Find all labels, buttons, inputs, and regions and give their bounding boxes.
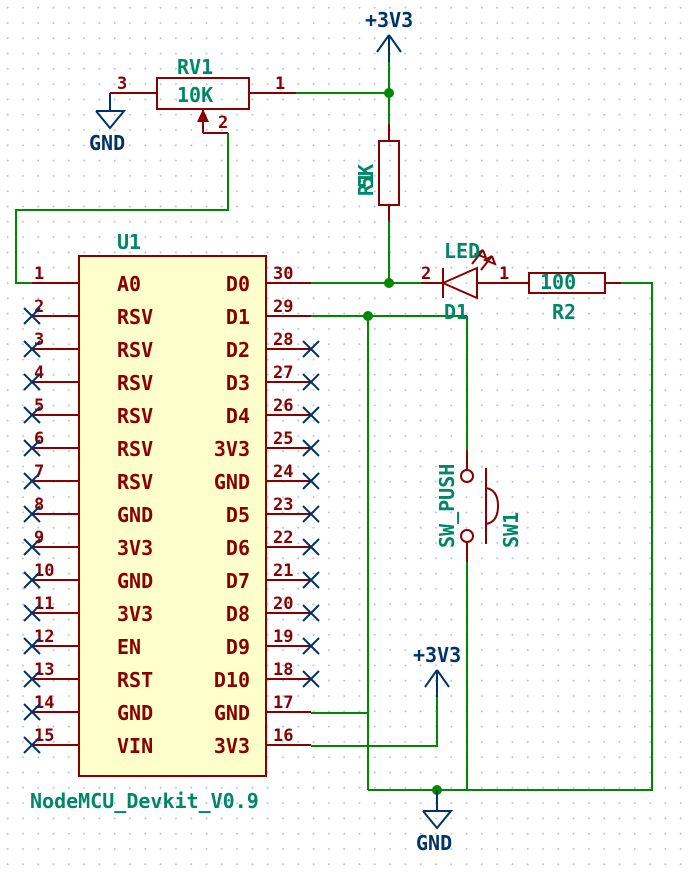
svg-text:D3: D3 — [226, 371, 250, 395]
svg-text:RSV: RSV — [117, 404, 153, 428]
svg-text:25: 25 — [273, 429, 293, 449]
svg-text:RSV: RSV — [117, 437, 153, 461]
svg-text:RSV: RSV — [117, 338, 153, 362]
resistor-r2: 100 R2 — [513, 270, 621, 324]
svg-text:RST: RST — [117, 668, 153, 692]
svg-text:9: 9 — [34, 528, 44, 548]
svg-text:3: 3 — [117, 74, 127, 94]
svg-text:3: 3 — [34, 330, 44, 350]
svg-text:3V3: 3V3 — [117, 602, 153, 626]
svg-text:17: 17 — [273, 693, 293, 713]
potentiometer: 2 1 3 RV1 10K — [110, 55, 296, 133]
gnd-bot: GND — [416, 790, 452, 855]
svg-text:18: 18 — [273, 660, 293, 680]
svg-text:5: 5 — [34, 396, 44, 416]
svg-text:R2: R2 — [552, 300, 576, 324]
svg-text:D6: D6 — [226, 536, 250, 560]
svg-text:GND: GND — [214, 470, 250, 494]
svg-text:3V3: 3V3 — [214, 734, 250, 758]
svg-text:6: 6 — [34, 429, 44, 449]
svg-text:13: 13 — [34, 660, 54, 680]
svg-text:D9: D9 — [226, 635, 250, 659]
power-3v3-bot: +3V3 — [413, 643, 461, 697]
svg-text:D5: D5 — [226, 503, 250, 527]
svg-text:11: 11 — [34, 594, 54, 614]
svg-text:RV1: RV1 — [177, 55, 213, 79]
svg-text:GND: GND — [117, 701, 153, 725]
svg-text:20: 20 — [273, 594, 293, 614]
svg-text:29: 29 — [273, 297, 293, 317]
svg-text:100: 100 — [540, 270, 576, 294]
svg-text:D0: D0 — [226, 272, 250, 296]
svg-text:15: 15 — [34, 726, 54, 746]
svg-text:16: 16 — [273, 726, 293, 746]
svg-text:5K: 5K — [354, 164, 378, 188]
svg-text:3V3: 3V3 — [214, 437, 250, 461]
svg-text:D7: D7 — [226, 569, 250, 593]
switch-sw1: SW_PUSH SW1 — [435, 450, 523, 562]
svg-text:D1: D1 — [444, 300, 468, 324]
svg-text:1: 1 — [34, 264, 44, 284]
svg-text:A0: A0 — [117, 272, 141, 296]
svg-text:D8: D8 — [226, 602, 250, 626]
svg-text:GND: GND — [117, 569, 153, 593]
svg-text:D10: D10 — [214, 668, 250, 692]
svg-text:D4: D4 — [226, 404, 250, 428]
svg-text:7: 7 — [34, 462, 44, 482]
svg-text:VIN: VIN — [117, 734, 153, 758]
svg-text:26: 26 — [273, 396, 293, 416]
svg-text:GND: GND — [214, 701, 250, 725]
svg-text:22: 22 — [273, 528, 293, 548]
svg-text:14: 14 — [34, 693, 54, 713]
svg-text:30: 30 — [273, 264, 293, 284]
svg-text:RSV: RSV — [117, 305, 153, 329]
svg-text:SW_PUSH: SW_PUSH — [435, 464, 459, 548]
svg-text:GND: GND — [89, 131, 125, 155]
svg-text:28: 28 — [273, 330, 293, 350]
svg-text:GND: GND — [416, 831, 452, 855]
svg-text:LED: LED — [444, 239, 480, 263]
svg-text:D1: D1 — [226, 305, 250, 329]
ic-ref: U1 — [117, 230, 141, 254]
svg-text:1: 1 — [275, 74, 285, 94]
led-d1: 2 1 LED D1 — [421, 239, 513, 324]
svg-text:3V3: 3V3 — [117, 536, 153, 560]
svg-text:2: 2 — [421, 264, 431, 284]
svg-text:24: 24 — [273, 462, 293, 482]
svg-text:2: 2 — [34, 297, 44, 317]
svg-text:RSV: RSV — [117, 470, 153, 494]
svg-text:EN: EN — [117, 635, 141, 659]
svg-text:1: 1 — [499, 264, 509, 284]
svg-text:D2: D2 — [226, 338, 250, 362]
svg-text:RSV: RSV — [117, 371, 153, 395]
ic-footprint: NodeMCU_Devkit_V0.9 — [30, 789, 259, 813]
svg-text:8: 8 — [34, 495, 44, 515]
svg-text:23: 23 — [273, 495, 293, 515]
svg-text:+3V3: +3V3 — [365, 8, 413, 32]
svg-text:10K: 10K — [177, 83, 213, 107]
svg-text:SW1: SW1 — [499, 512, 523, 548]
gnd-top: GND — [89, 93, 125, 155]
svg-text:27: 27 — [273, 363, 293, 383]
power-3v3-top: +3V3 — [365, 8, 413, 62]
svg-text:21: 21 — [273, 561, 293, 581]
svg-text:GND: GND — [117, 503, 153, 527]
svg-text:10: 10 — [34, 561, 54, 581]
svg-text:4: 4 — [34, 363, 44, 383]
resistor-r1: R1 5K — [354, 124, 399, 221]
svg-text:2: 2 — [218, 113, 228, 133]
svg-text:12: 12 — [34, 627, 54, 647]
svg-text:+3V3: +3V3 — [413, 643, 461, 667]
svg-text:19: 19 — [273, 627, 293, 647]
